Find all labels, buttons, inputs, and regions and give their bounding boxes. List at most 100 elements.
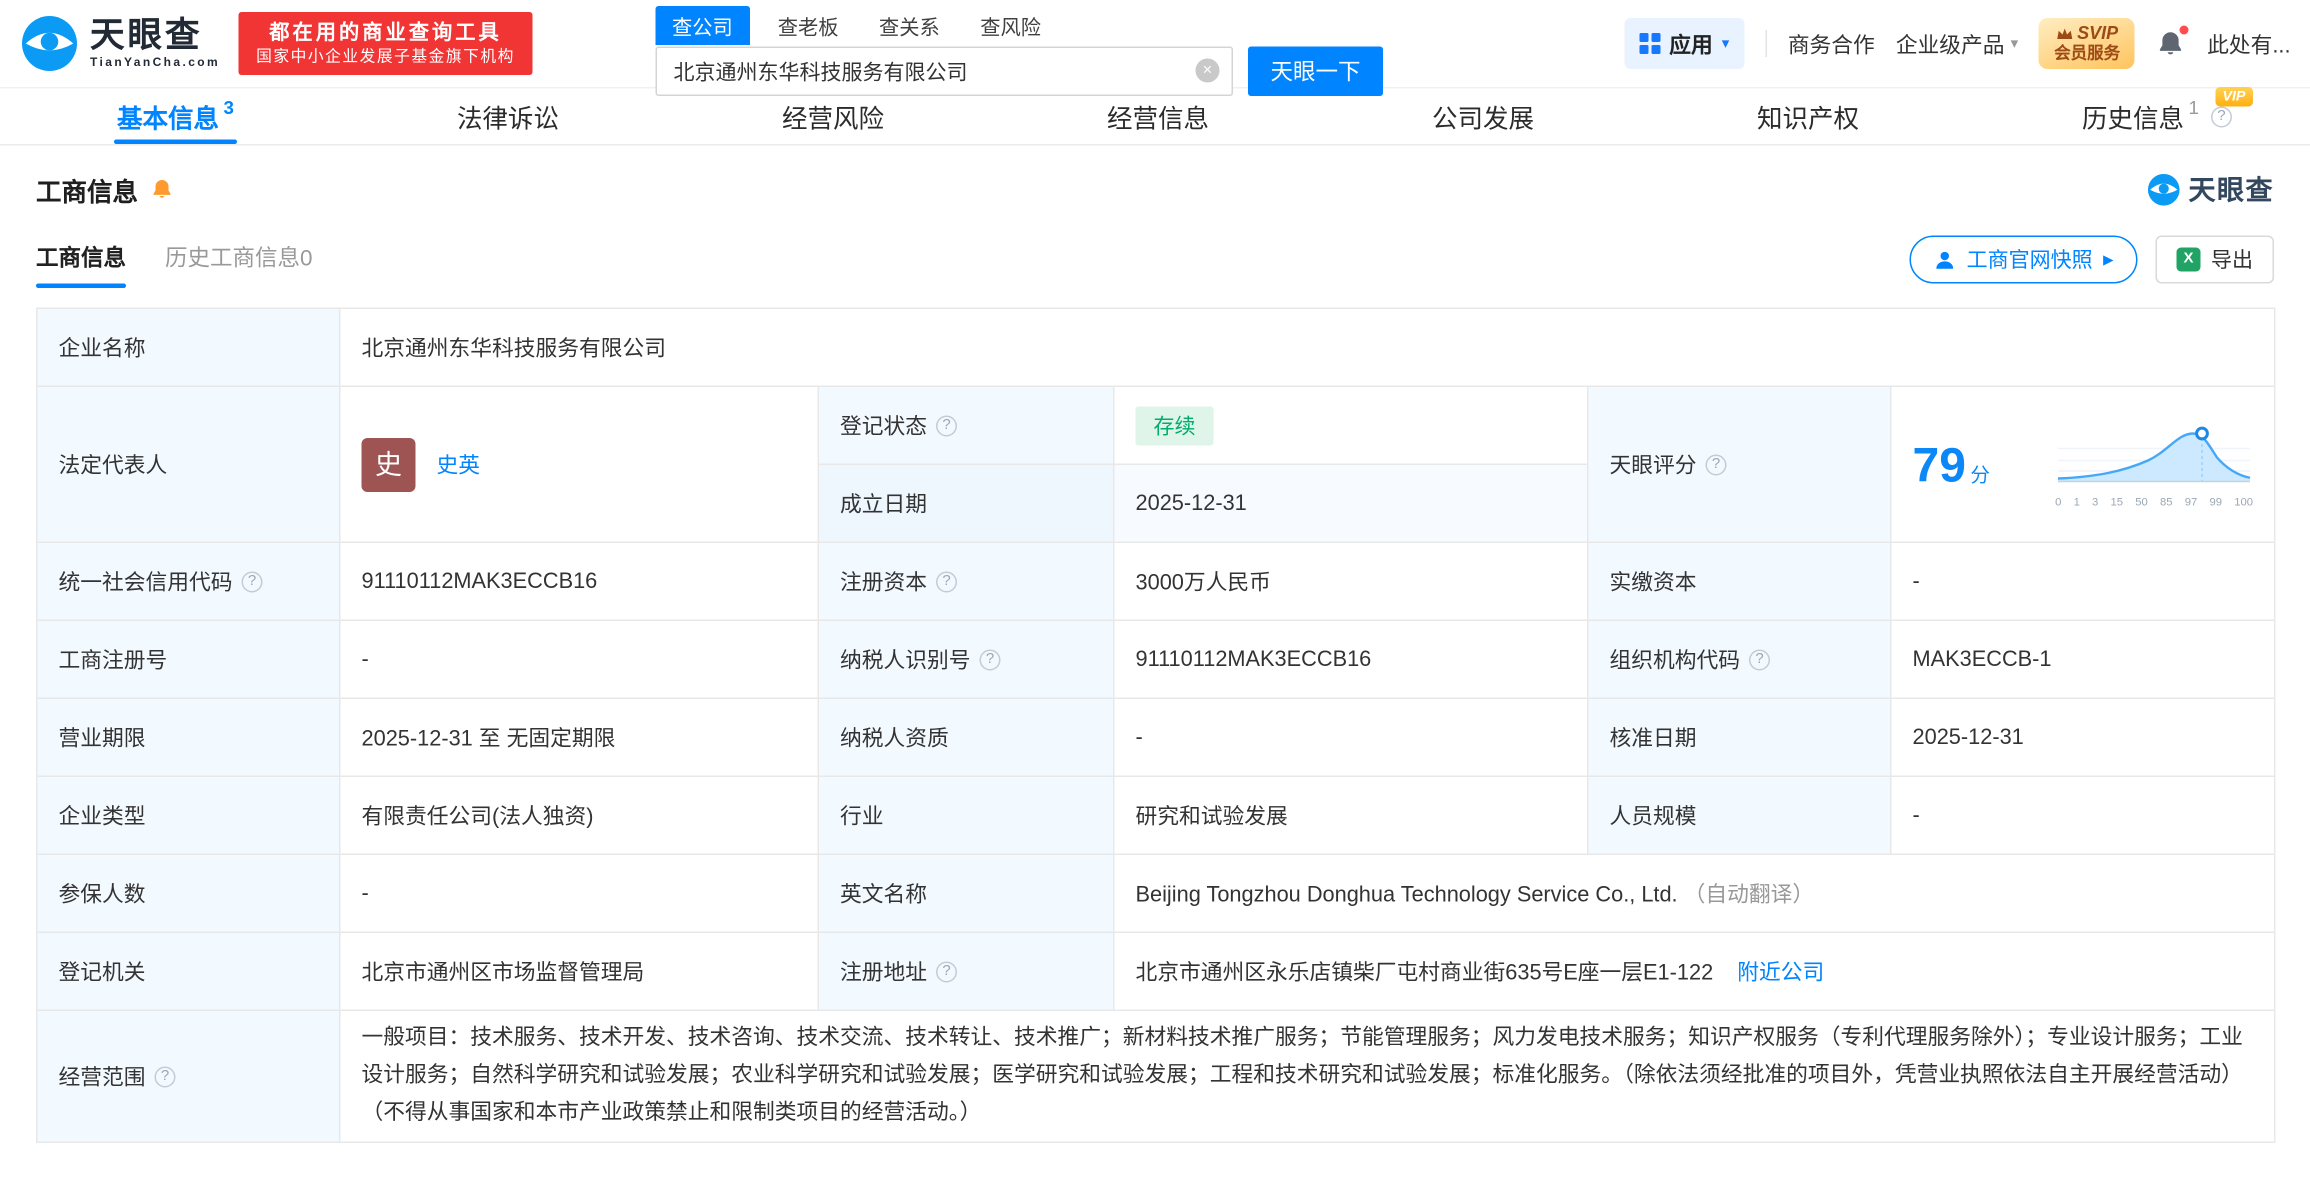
section-header: 工商信息 天眼查: [36, 170, 2274, 209]
field-label: 英文名称: [818, 854, 1114, 932]
business-cooperation-link[interactable]: 商务合作: [1788, 28, 1875, 60]
logo-title: 天眼查: [90, 18, 220, 53]
reg-authority-value: 北京市通州区市场监督管理局: [340, 932, 819, 1010]
legal-rep-cell: 史 史英: [340, 386, 819, 542]
field-label: 组织机构代码?: [1588, 620, 1891, 698]
field-label: 登记机关: [37, 932, 340, 1010]
search-tab-company[interactable]: 查公司: [656, 5, 750, 44]
company-name-value: 北京通州东华科技服务有限公司: [340, 308, 2275, 386]
field-label: 企业名称: [37, 308, 340, 386]
field-label: 行业: [818, 776, 1114, 854]
promo-line1: 都在用的商业查询工具: [256, 19, 515, 46]
apps-label: 应用: [1669, 28, 1713, 60]
crown-icon: [2056, 26, 2073, 40]
nearby-companies-link[interactable]: 附近公司: [1737, 962, 1824, 986]
search-area: 查公司 查老板 查关系 查风险 × 天眼一下: [656, 9, 1384, 96]
business-scope-value: 一般项目：技术服务、技术开发、技术咨询、技术交流、技术转让、技术推广；新材料技术…: [340, 1010, 2275, 1142]
excel-icon: X: [2177, 248, 2201, 272]
approve-date-value: 2025-12-31: [1891, 698, 2275, 776]
english-name-value: Beijing Tongzhou Donghua Technology Serv…: [1114, 854, 2275, 932]
header: 天眼查 TianYanCha.com 都在用的商业查询工具 国家中小企业发展子基…: [0, 0, 2310, 89]
tab-count: 3: [224, 97, 234, 118]
paid-capital-value: -: [1891, 542, 2275, 620]
field-label: 核准日期: [1588, 698, 1891, 776]
company-nav-tabs: 基本信息 3 法律诉讼 经营风险 经营信息 公司发展 知识产权 VIP 历史信息…: [0, 89, 2310, 146]
status-badge: 存续: [1136, 406, 1214, 445]
tab-history-info[interactable]: VIP 历史信息 1 ?: [2082, 89, 2232, 145]
field-label: 统一社会信用代码?: [37, 542, 340, 620]
table-row: 营业期限 2025-12-31 至 无固定期限 纳税人资质 - 核准日期 202…: [37, 698, 2275, 776]
vip-badge: VIP: [2215, 87, 2253, 107]
table-row: 法定代表人 史 史英 登记状态? 存续 天眼评分? 79分: [37, 386, 2275, 464]
company-type-value: 有限责任公司(法人独资): [340, 776, 819, 854]
reg-no-value: -: [340, 620, 819, 698]
subtab-history-business-info[interactable]: 历史工商信息0: [165, 241, 313, 288]
chevron-down-icon: ▾: [2011, 35, 2019, 52]
establish-date-value: 2025-12-31: [1114, 464, 1588, 542]
page: 天眼查 TianYanCha.com 都在用的商业查询工具 国家中小企业发展子基…: [0, 0, 2310, 1178]
tianyancha-logo[interactable]: 天眼查 TianYanCha.com: [20, 14, 221, 74]
table-row: 统一社会信用代码? 91110112MAK3ECCB16 注册资本? 3000万…: [37, 542, 2275, 620]
help-icon[interactable]: ?: [980, 649, 1001, 670]
tab-operating-info[interactable]: 经营信息: [1107, 89, 1209, 145]
logo-domain: TianYanCha.com: [90, 57, 220, 69]
subtab-business-info[interactable]: 工商信息: [36, 241, 126, 288]
search-tab-boss[interactable]: 查老板: [778, 10, 839, 40]
legal-rep-avatar[interactable]: 史: [362, 437, 416, 491]
monitor-bell-icon[interactable]: [150, 177, 174, 201]
field-label: 工商注册号: [37, 620, 340, 698]
field-label: 登记状态?: [818, 386, 1114, 464]
taxpayer-quality-value: -: [1114, 698, 1588, 776]
search-button[interactable]: 天眼一下: [1248, 47, 1383, 97]
field-label: 法定代表人: [37, 386, 340, 542]
help-icon[interactable]: ?: [936, 961, 957, 982]
table-row: 登记机关 北京市通州区市场监督管理局 注册地址? 北京市通州区永乐店镇柴厂屯村商…: [37, 932, 2275, 1010]
field-label: 参保人数: [37, 854, 340, 932]
notification-dot: [2180, 26, 2189, 35]
tianyancha-logo-icon: [20, 14, 80, 74]
table-row: 企业类型 有限责任公司(法人独资) 行业 研究和试验发展 人员规模 -: [37, 776, 2275, 854]
tab-operating-risk[interactable]: 经营风险: [782, 89, 884, 145]
arrow-right-icon: ▶: [2103, 251, 2113, 268]
taxpayer-id-value: 91110112MAK3ECCB16: [1114, 620, 1588, 698]
tianyancha-logo-icon: [2147, 172, 2182, 207]
field-label: 注册地址?: [818, 932, 1114, 1010]
legal-rep-link[interactable]: 史英: [437, 455, 481, 479]
enterprise-products-menu[interactable]: 企业级产品 ▾: [1896, 28, 2018, 60]
score-chart: 0131550859799100: [2055, 421, 2253, 508]
clear-search-icon[interactable]: ×: [1196, 59, 1220, 83]
reg-capital-value: 3000万人民币: [1114, 542, 1588, 620]
help-icon[interactable]: ?: [936, 571, 957, 592]
search-tabs: 查公司 查老板 查关系 查风险: [656, 9, 1384, 41]
tab-intellectual-property[interactable]: 知识产权: [1757, 89, 1859, 145]
user-account[interactable]: 此处有...: [2207, 28, 2290, 60]
score-value[interactable]: 79分: [1913, 440, 1990, 488]
help-icon[interactable]: ?: [936, 415, 957, 436]
snapshot-person-icon: [1934, 248, 1957, 271]
help-icon[interactable]: ?: [242, 571, 263, 592]
notifications-bell-icon[interactable]: [2156, 29, 2186, 59]
official-snapshot-button[interactable]: 工商官网快照 ▶: [1910, 236, 2138, 284]
apps-grid-icon: [1639, 33, 1660, 54]
search-tab-risk[interactable]: 查风险: [980, 10, 1041, 40]
reg-address-value: 北京市通州区永乐店镇柴厂屯村商业街635号E座一层E1-122 附近公司: [1114, 932, 2275, 1010]
section-title: 工商信息: [36, 170, 138, 208]
table-row: 经营范围? 一般项目：技术服务、技术开发、技术咨询、技术交流、技术转让、技术推广…: [37, 1010, 2275, 1142]
help-icon[interactable]: ?: [155, 1066, 176, 1087]
promo-banner[interactable]: 都在用的商业查询工具 国家中小企业发展子基金旗下机构: [238, 12, 533, 76]
apps-menu-button[interactable]: 应用 ▾: [1624, 18, 1744, 69]
search-tab-relation[interactable]: 查关系: [879, 10, 940, 40]
tab-legal-proceedings[interactable]: 法律诉讼: [457, 89, 559, 145]
divider: [1765, 30, 1767, 57]
help-icon[interactable]: ?: [1706, 454, 1727, 475]
field-label: 注册资本?: [818, 542, 1114, 620]
tab-basic-info[interactable]: 基本信息 3: [117, 89, 234, 145]
export-button[interactable]: X 导出: [2156, 236, 2275, 284]
help-icon[interactable]: ?: [2211, 106, 2232, 127]
svip-member-button[interactable]: SVIP 会员服务: [2039, 17, 2135, 69]
table-row: 参保人数 - 英文名称 Beijing Tongzhou Donghua Tec…: [37, 854, 2275, 932]
help-icon[interactable]: ?: [1749, 649, 1770, 670]
chevron-down-icon: ▾: [1722, 35, 1730, 52]
promo-line2: 国家中小企业发展子基金旗下机构: [256, 47, 515, 68]
tab-company-development[interactable]: 公司发展: [1432, 89, 1534, 145]
